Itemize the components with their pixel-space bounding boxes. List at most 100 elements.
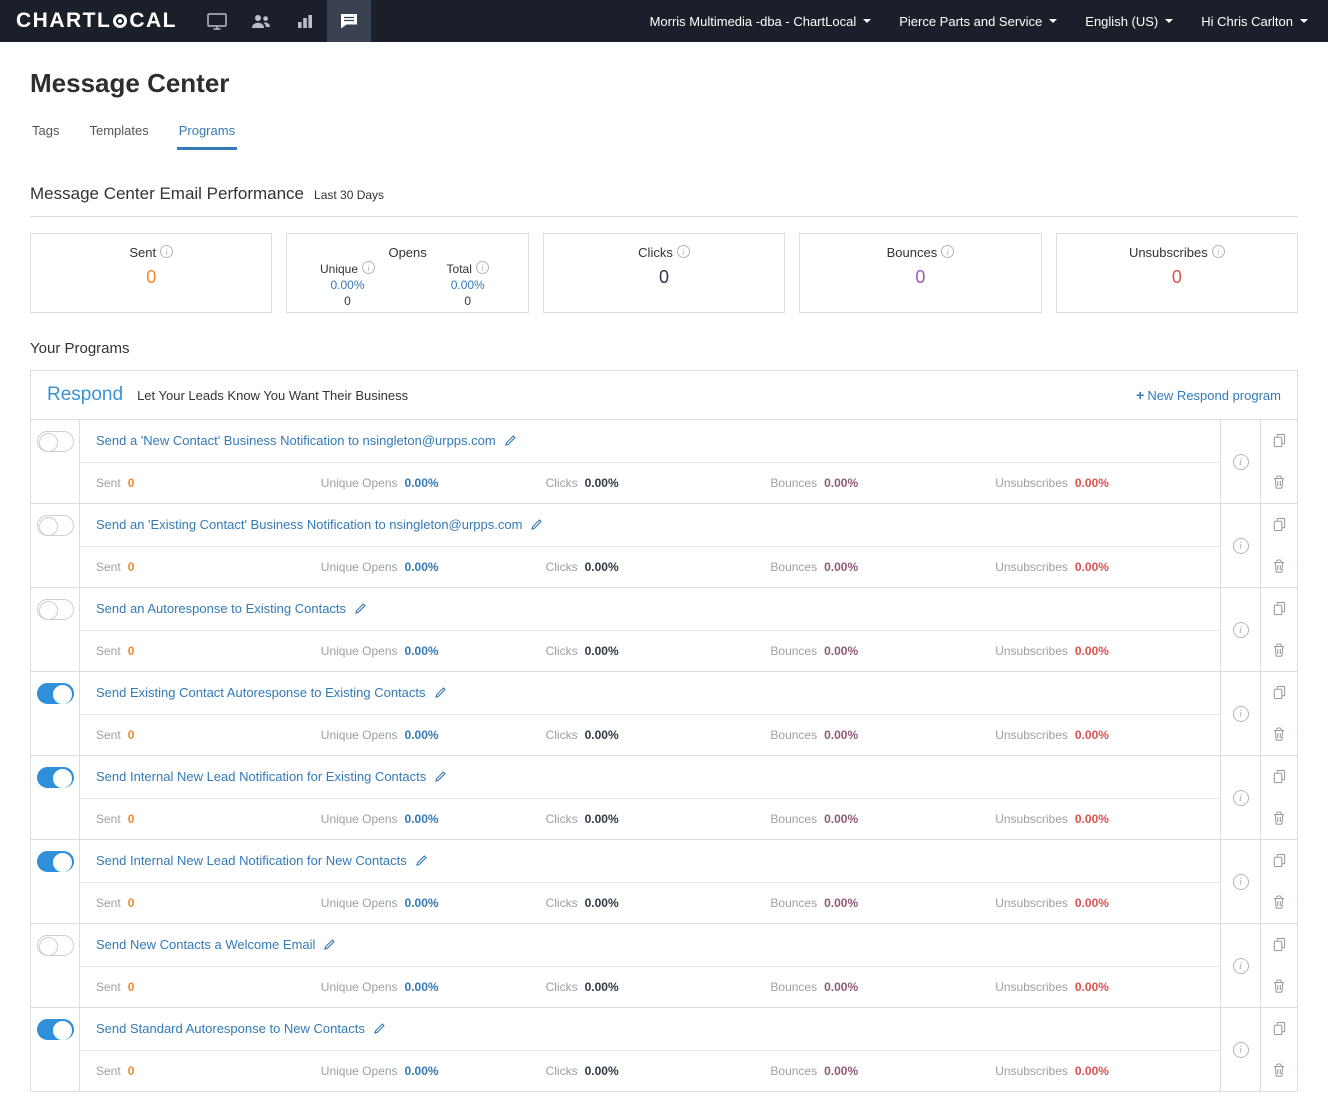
copy-icon[interactable] bbox=[1261, 672, 1297, 714]
business-menu[interactable]: Pierce Parts and Service bbox=[899, 14, 1057, 29]
program-title-link[interactable]: Send an 'Existing Contact' Business Noti… bbox=[96, 517, 522, 532]
toggle-switch[interactable] bbox=[36, 599, 74, 620]
program-stats-row: Sent 0 Unique Opens 0.00% Clicks 0.00% Boun… bbox=[80, 461, 1220, 504]
your-programs-title: Your Programs bbox=[30, 340, 130, 357]
program-row-main: Send a 'New Contact' Business Notificati… bbox=[80, 420, 1220, 503]
program-toggle-cell bbox=[31, 924, 80, 1007]
copy-icon[interactable] bbox=[1261, 840, 1297, 882]
tab-templates[interactable]: Templates bbox=[87, 119, 150, 150]
respond-group-name[interactable]: Respond bbox=[47, 384, 123, 406]
edit-pencil-icon[interactable] bbox=[415, 854, 428, 867]
program-info-cell: i bbox=[1220, 420, 1260, 503]
info-icon[interactable]: i bbox=[362, 261, 376, 274]
info-icon[interactable]: i bbox=[1232, 621, 1249, 638]
sent-card-value: 0 bbox=[146, 267, 157, 287]
info-icon[interactable]: i bbox=[1232, 873, 1249, 890]
copy-icon[interactable] bbox=[1261, 1008, 1297, 1050]
program-title-link[interactable]: Send a 'New Contact' Business Notificati… bbox=[96, 433, 496, 448]
respond-program-container: Respond Let Your Leads Know You Want The… bbox=[30, 370, 1298, 1092]
edit-pencil-icon[interactable] bbox=[530, 518, 543, 531]
trash-icon[interactable] bbox=[1261, 714, 1297, 756]
trash-icon[interactable] bbox=[1261, 546, 1297, 588]
program-title-link[interactable]: Send New Contacts a Welcome Email bbox=[96, 937, 315, 952]
trash-icon[interactable] bbox=[1261, 882, 1297, 924]
copy-icon[interactable] bbox=[1261, 420, 1297, 462]
program-toggle-cell bbox=[31, 672, 80, 755]
info-icon[interactable]: i bbox=[475, 261, 489, 274]
language-menu[interactable]: English (US) bbox=[1085, 14, 1173, 29]
tab-programs[interactable]: Programs bbox=[176, 119, 238, 150]
info-icon[interactable]: i bbox=[1211, 245, 1225, 258]
program-list: Send a 'New Contact' Business Notificati… bbox=[31, 419, 1297, 1091]
program-stats-row: Sent 0 Unique Opens 0.00% Clicks 0.00% Boun… bbox=[80, 797, 1220, 840]
program-title-link[interactable]: Send Existing Contact Autoresponse to Ex… bbox=[96, 685, 426, 700]
edit-pencil-icon[interactable] bbox=[373, 1022, 386, 1035]
trash-icon[interactable] bbox=[1261, 798, 1297, 840]
program-title-link[interactable]: Send Internal New Lead Notification for … bbox=[96, 853, 407, 868]
user-menu[interactable]: Hi Chris Carlton bbox=[1201, 14, 1308, 29]
trash-icon[interactable] bbox=[1261, 966, 1297, 1008]
edit-pencil-icon[interactable] bbox=[323, 938, 336, 951]
edit-pencil-icon[interactable] bbox=[504, 434, 517, 447]
user-menu-label: Hi Chris Carlton bbox=[1201, 13, 1293, 29]
edit-pencil-icon[interactable] bbox=[434, 770, 447, 783]
desktop-icon[interactable] bbox=[195, 0, 239, 42]
account-menu-label: Morris Multimedia -dba - ChartLocal bbox=[649, 13, 857, 29]
toggle-switch[interactable] bbox=[36, 1019, 74, 1040]
program-row: Send a 'New Contact' Business Notificati… bbox=[31, 419, 1297, 503]
info-icon[interactable]: i bbox=[1232, 1041, 1249, 1058]
stat-clicks: Clicks 0.00% bbox=[545, 811, 619, 826]
edit-pencil-icon[interactable] bbox=[434, 686, 447, 699]
program-title-link[interactable]: Send Standard Autoresponse to New Contac… bbox=[96, 1021, 365, 1036]
toggle-switch[interactable] bbox=[36, 683, 74, 704]
info-icon[interactable]: i bbox=[1232, 705, 1249, 722]
edit-pencil-icon[interactable] bbox=[354, 602, 367, 615]
info-icon[interactable]: i bbox=[1232, 453, 1249, 470]
bar-chart-icon[interactable] bbox=[283, 0, 327, 42]
program-title-link[interactable]: Send an Autoresponse to Existing Contact… bbox=[96, 601, 346, 616]
new-respond-program-button[interactable]: + New Respond program bbox=[1136, 387, 1281, 403]
toggle-switch[interactable] bbox=[36, 431, 74, 452]
trash-icon[interactable] bbox=[1261, 1050, 1297, 1092]
brand-logo[interactable]: CHARTL CAL bbox=[0, 9, 195, 33]
copy-icon[interactable] bbox=[1261, 756, 1297, 798]
main-content: Message Center Tags Templates Programs M… bbox=[0, 68, 1328, 1092]
info-icon[interactable]: i bbox=[941, 245, 955, 258]
program-info-cell: i bbox=[1220, 756, 1260, 839]
info-icon[interactable]: i bbox=[160, 245, 174, 258]
program-row: Send Standard Autoresponse to New Contac… bbox=[31, 1007, 1297, 1091]
info-icon[interactable]: i bbox=[1232, 957, 1249, 974]
account-menu[interactable]: Morris Multimedia -dba - ChartLocal bbox=[650, 14, 872, 29]
program-toggle-cell bbox=[31, 588, 80, 671]
stat-unique-opens: Unique Opens 0.00% bbox=[320, 811, 439, 826]
message-icon[interactable] bbox=[327, 0, 371, 42]
program-row-main: Send Existing Contact Autoresponse to Ex… bbox=[80, 672, 1220, 755]
bounces-card-value: 0 bbox=[915, 267, 926, 287]
tab-tags[interactable]: Tags bbox=[30, 119, 61, 150]
info-icon[interactable]: i bbox=[1232, 789, 1249, 806]
program-actions-cell bbox=[1260, 840, 1297, 923]
opens-card: Opens Unique i 0.00% 0 Total i 0.00% 0 bbox=[286, 233, 529, 313]
stat-bounces: Bounces 0.00% bbox=[770, 475, 859, 490]
stat-unique-opens: Unique Opens 0.00% bbox=[320, 643, 439, 658]
stat-unique-opens: Unique Opens 0.00% bbox=[320, 979, 439, 994]
opens-unique-label: Unique i bbox=[287, 261, 407, 276]
toggle-switch[interactable] bbox=[36, 515, 74, 536]
trash-icon[interactable] bbox=[1261, 462, 1297, 504]
trash-icon[interactable] bbox=[1261, 630, 1297, 672]
stat-clicks: Clicks 0.00% bbox=[545, 475, 619, 490]
stat-sent: Sent 0 bbox=[96, 979, 135, 994]
program-title-link[interactable]: Send Internal New Lead Notification for … bbox=[96, 769, 426, 784]
toggle-switch[interactable] bbox=[36, 935, 74, 956]
toggle-switch[interactable] bbox=[36, 851, 74, 872]
toggle-switch[interactable] bbox=[36, 767, 74, 788]
copy-icon[interactable] bbox=[1261, 588, 1297, 630]
info-icon[interactable]: i bbox=[1232, 537, 1249, 554]
clicks-card-value: 0 bbox=[659, 267, 670, 287]
info-icon[interactable]: i bbox=[676, 245, 690, 258]
copy-icon[interactable] bbox=[1261, 504, 1297, 546]
users-icon[interactable] bbox=[239, 0, 283, 42]
copy-icon[interactable] bbox=[1261, 924, 1297, 966]
opens-total-col: Total i 0.00% 0 bbox=[408, 261, 528, 308]
clicks-card-label: Clicks i bbox=[544, 245, 784, 260]
